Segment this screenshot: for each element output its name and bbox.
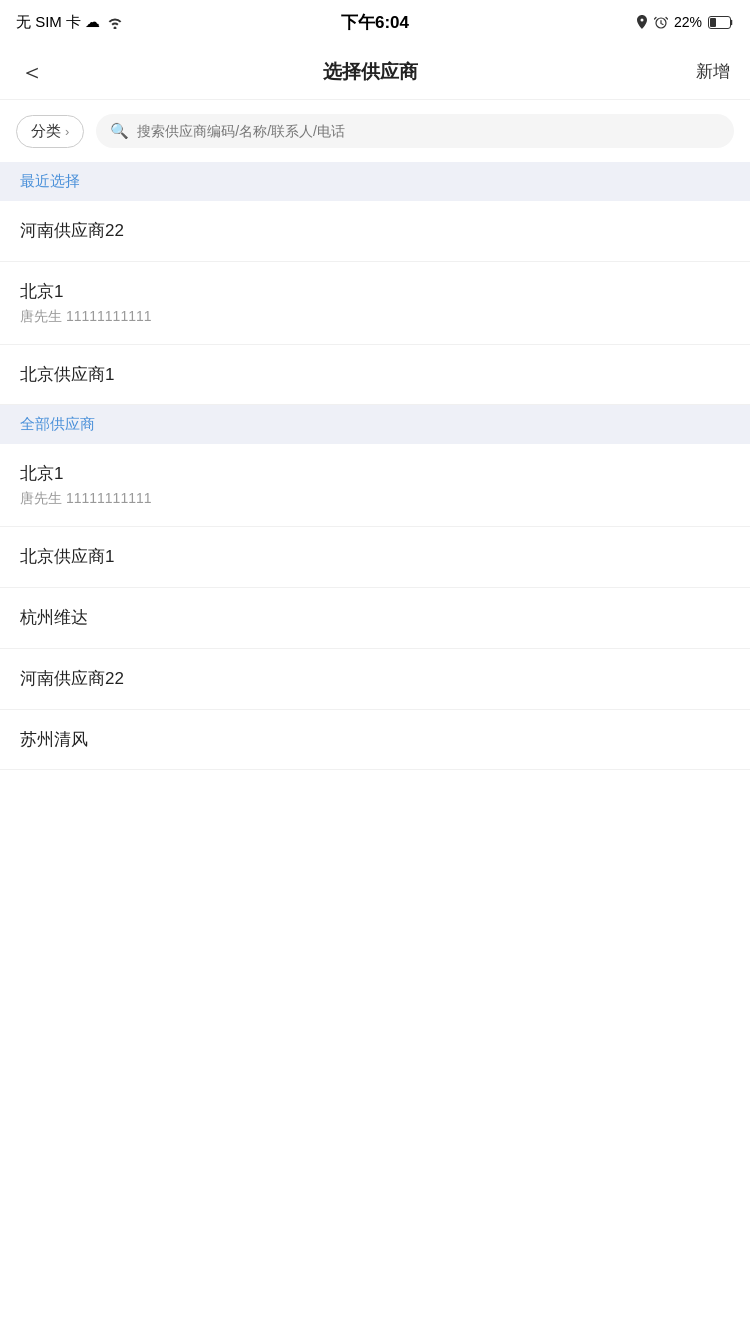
item-name: 杭州维达 (20, 606, 730, 630)
status-time: 下午6:04 (341, 11, 409, 34)
list-item[interactable]: 北京1 唐先生 11111111111 (0, 444, 750, 527)
back-button[interactable]: ＜ (20, 60, 44, 84)
add-button[interactable]: 新增 (696, 60, 730, 83)
battery-percent: 22% (674, 14, 702, 30)
status-left: 无 SIM 卡 ☁ (16, 13, 124, 32)
status-bar: 无 SIM 卡 ☁ 下午6:04 22% (0, 0, 750, 44)
recent-section-header: 最近选择 (0, 162, 750, 201)
search-box[interactable]: 🔍 (96, 114, 734, 148)
all-section-header: 全部供应商 (0, 405, 750, 444)
list-item[interactable]: 北京1 唐先生 11111111111 (0, 262, 750, 345)
chevron-right-icon: › (65, 124, 69, 139)
recent-section-label: 最近选择 (20, 172, 80, 189)
recent-list: 河南供应商22 北京1 唐先生 11111111111 北京供应商1 (0, 201, 750, 405)
item-sub: 唐先生 11111111111 (20, 308, 730, 326)
list-item[interactable]: 北京供应商1 (0, 527, 750, 588)
svg-rect-2 (710, 18, 716, 27)
all-section-label: 全部供应商 (20, 415, 95, 432)
alarm-icon (654, 15, 668, 29)
item-name: 北京供应商1 (20, 545, 730, 569)
list-item[interactable]: 杭州维达 (0, 588, 750, 649)
filter-row: 分类 › 🔍 (0, 100, 750, 162)
status-right: 22% (636, 14, 734, 30)
battery-icon (708, 16, 734, 29)
list-item[interactable]: 北京供应商1 (0, 345, 750, 406)
category-filter-button[interactable]: 分类 › (16, 115, 84, 148)
search-input[interactable] (137, 123, 720, 139)
page-title: 选择供应商 (323, 59, 418, 85)
wifi-icon (106, 15, 124, 29)
item-name: 北京供应商1 (20, 363, 730, 387)
list-item[interactable]: 河南供应商22 (0, 649, 750, 710)
item-name: 北京1 (20, 462, 730, 486)
search-icon: 🔍 (110, 122, 129, 140)
item-name: 苏州清风 (20, 728, 730, 752)
list-item[interactable]: 河南供应商22 (0, 201, 750, 262)
item-name: 河南供应商22 (20, 667, 730, 691)
all-suppliers-list: 北京1 唐先生 11111111111 北京供应商1 杭州维达河南供应商22 苏州清风 (0, 444, 750, 770)
location-icon (636, 15, 648, 29)
sim-status: 无 SIM 卡 ☁ (16, 13, 100, 32)
item-name: 河南供应商22 (20, 219, 730, 243)
nav-bar: ＜ 选择供应商 新增 (0, 44, 750, 100)
item-name: 北京1 (20, 280, 730, 304)
item-sub: 唐先生 11111111111 (20, 490, 730, 508)
list-item[interactable]: 苏州清风 (0, 710, 750, 771)
category-label: 分类 (31, 122, 61, 141)
